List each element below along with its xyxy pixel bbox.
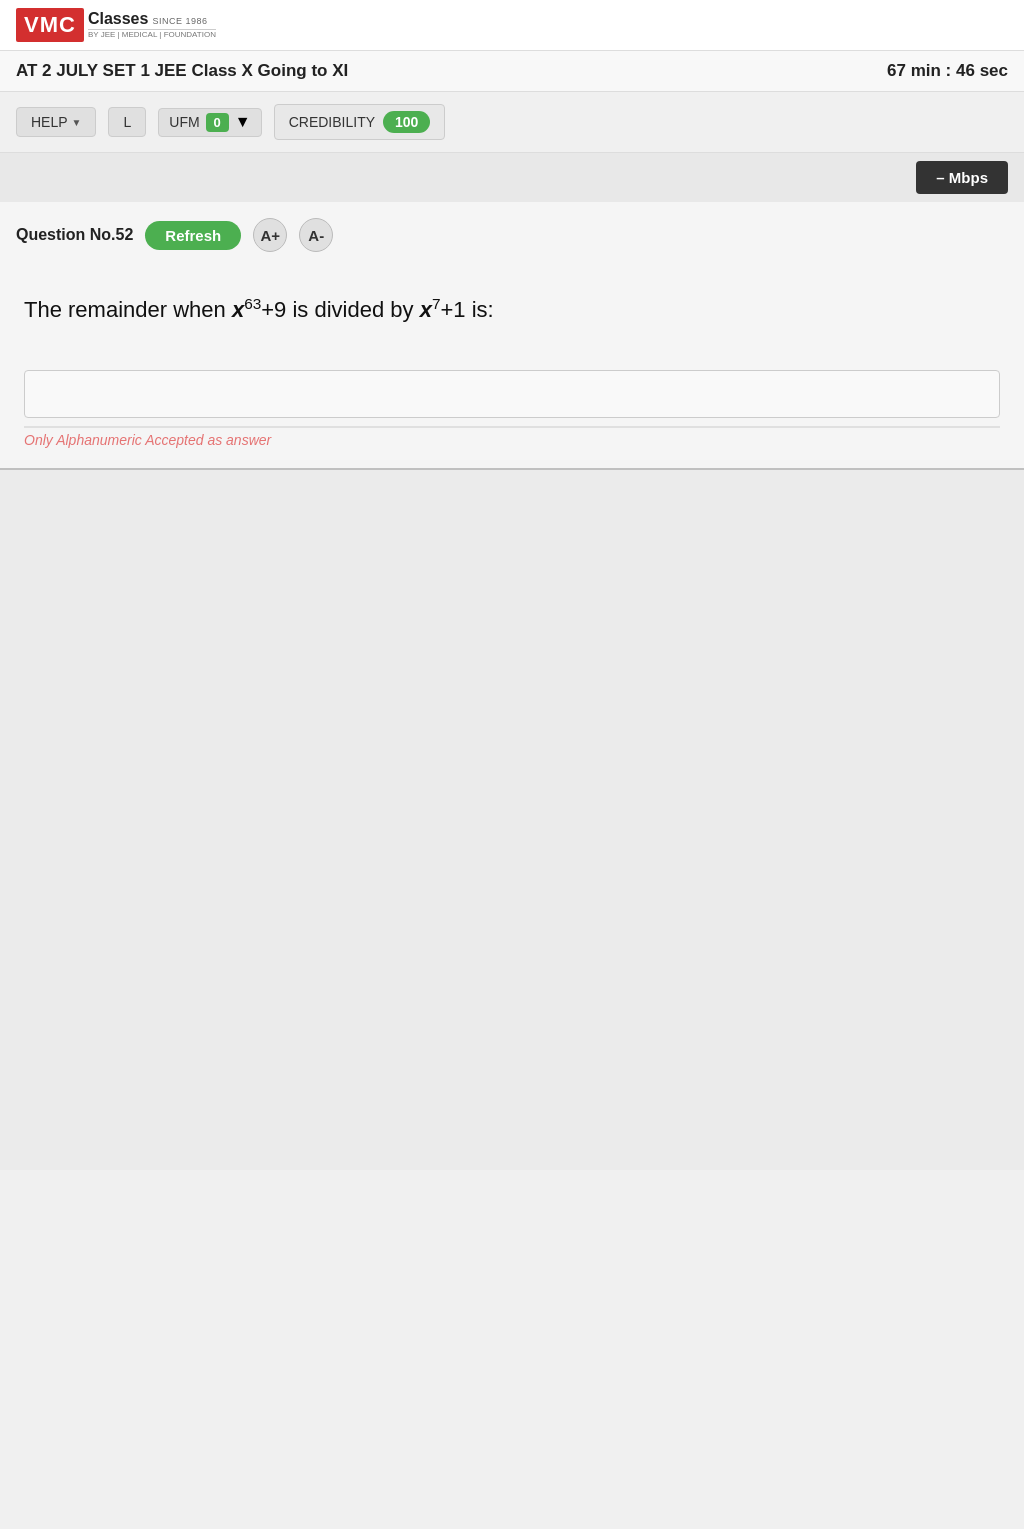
question-text-part2: +9 is divided by (261, 297, 419, 322)
question-math1: x (232, 297, 244, 322)
question-exp1: 63 (244, 295, 261, 312)
l-button[interactable]: L (108, 107, 146, 137)
question-content: The remainder when x63+9 is divided by x… (16, 272, 1008, 346)
speed-bar: – Mbps (0, 153, 1024, 202)
logo-classes-label: Classes (88, 10, 149, 28)
credibility-area: CREDIBILITY 100 (274, 104, 446, 140)
help-button[interactable]: HELP ▼ (16, 107, 96, 137)
font-increase-button[interactable]: A+ (253, 218, 287, 252)
logo-icon: VMC (16, 8, 84, 42)
question-text-part3: +1 is: (440, 297, 493, 322)
bottom-area (0, 470, 1024, 1170)
refresh-button[interactable]: Refresh (145, 221, 241, 250)
toolbar: HELP ▼ L UFM 0 ▼ CREDIBILITY 100 (0, 92, 1024, 153)
answer-input[interactable] (24, 370, 1000, 418)
question-area: Question No.52 Refresh A+ A- The remaind… (0, 202, 1024, 468)
ufm-badge: 0 (206, 113, 229, 132)
logo-text: Classes SINCE 1986 BY JEE | MEDICAL | FO… (88, 10, 216, 39)
logo-since-label: SINCE 1986 (152, 17, 207, 27)
ufm-dropdown-icon: ▼ (235, 113, 251, 131)
logo-tagline-label: BY JEE | MEDICAL | FOUNDATION (88, 29, 216, 40)
speed-badge: – Mbps (916, 161, 1008, 194)
timer-colon: min : (911, 61, 956, 80)
credibility-label: CREDIBILITY (289, 114, 375, 130)
answer-area: Only Alphanumeric Accepted as answer (16, 370, 1008, 452)
ufm-label: UFM (169, 114, 199, 130)
help-dropdown-icon: ▼ (72, 117, 82, 128)
l-label: L (123, 114, 131, 130)
question-math2: x (420, 297, 432, 322)
timer-unit: sec (980, 61, 1008, 80)
exam-timer: 67 min : 46 sec (887, 61, 1008, 81)
answer-hint: Only Alphanumeric Accepted as answer (24, 426, 1000, 452)
font-decrease-button[interactable]: A- (299, 218, 333, 252)
ufm-area: UFM 0 ▼ (158, 108, 261, 137)
question-number: Question No.52 (16, 226, 133, 244)
question-text-part1: The remainder when (24, 297, 232, 322)
timer-minutes: 67 (887, 61, 906, 80)
exam-bar: AT 2 JULY SET 1 JEE Class X Going to XI … (0, 51, 1024, 92)
question-header: Question No.52 Refresh A+ A- (16, 218, 1008, 252)
help-label: HELP (31, 114, 68, 130)
logo-area: VMC Classes SINCE 1986 BY JEE | MEDICAL … (16, 8, 216, 42)
credibility-badge: 100 (383, 111, 430, 133)
exam-title: AT 2 JULY SET 1 JEE Class X Going to XI (16, 61, 348, 81)
header: VMC Classes SINCE 1986 BY JEE | MEDICAL … (0, 0, 1024, 51)
timer-seconds: 46 (956, 61, 975, 80)
